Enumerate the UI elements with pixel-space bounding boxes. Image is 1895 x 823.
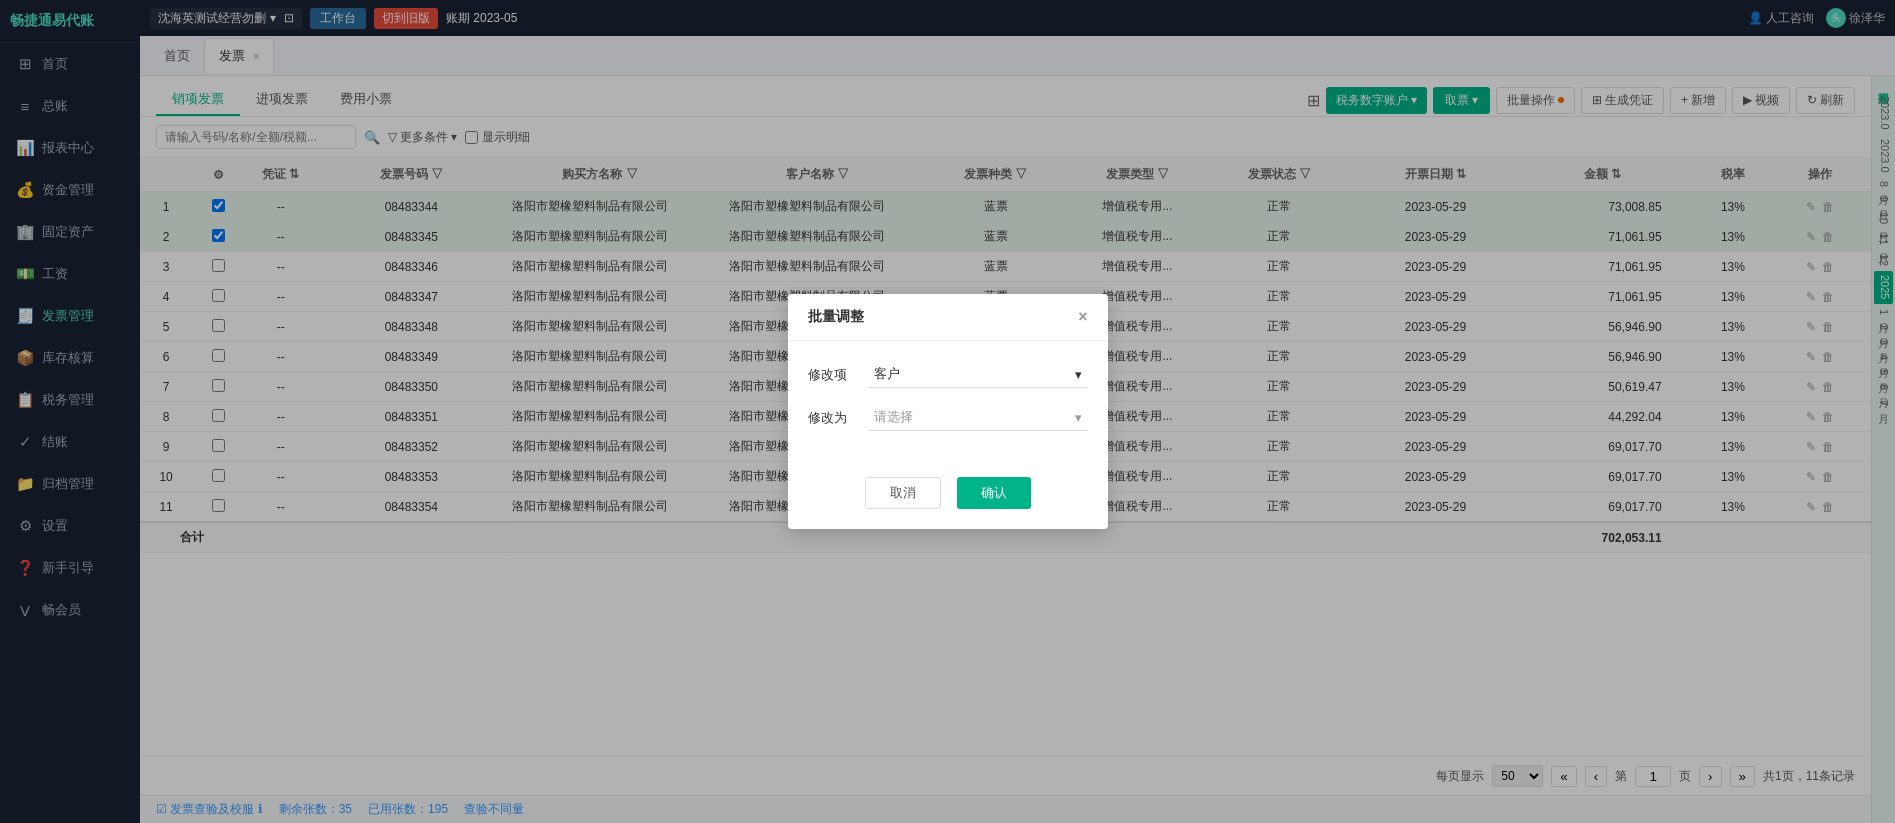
modal-title: 批量调整 (808, 308, 864, 326)
modify-to-row: 修改为 请选择 ▾ (808, 404, 1088, 431)
modify-field-row: 修改项 客户 ▾ (808, 361, 1088, 388)
modify-field-label: 修改项 (808, 366, 868, 384)
modify-field-select[interactable]: 客户 ▾ (868, 361, 1088, 388)
modify-to-placeholder: 请选择 (874, 408, 913, 426)
dropdown-icon: ▾ (1075, 367, 1082, 382)
dropdown-icon2: ▾ (1075, 410, 1082, 425)
modal-cancel-button[interactable]: 取消 (865, 477, 941, 509)
modify-field-value: 客户 (874, 365, 900, 383)
modal-footer: 取消 确认 (788, 467, 1108, 529)
modify-to-label: 修改为 (808, 409, 868, 427)
modal-overlay: 批量调整 × 修改项 客户 ▾ 修改为 请选择 ▾ 取消 确认 (0, 0, 1895, 823)
batch-adjust-modal: 批量调整 × 修改项 客户 ▾ 修改为 请选择 ▾ 取消 确认 (788, 294, 1108, 529)
modify-to-select[interactable]: 请选择 ▾ (868, 404, 1088, 431)
modal-header: 批量调整 × (788, 294, 1108, 341)
modal-body: 修改项 客户 ▾ 修改为 请选择 ▾ (788, 341, 1108, 467)
modal-confirm-button[interactable]: 确认 (957, 477, 1031, 509)
modal-close-button[interactable]: × (1078, 308, 1087, 326)
